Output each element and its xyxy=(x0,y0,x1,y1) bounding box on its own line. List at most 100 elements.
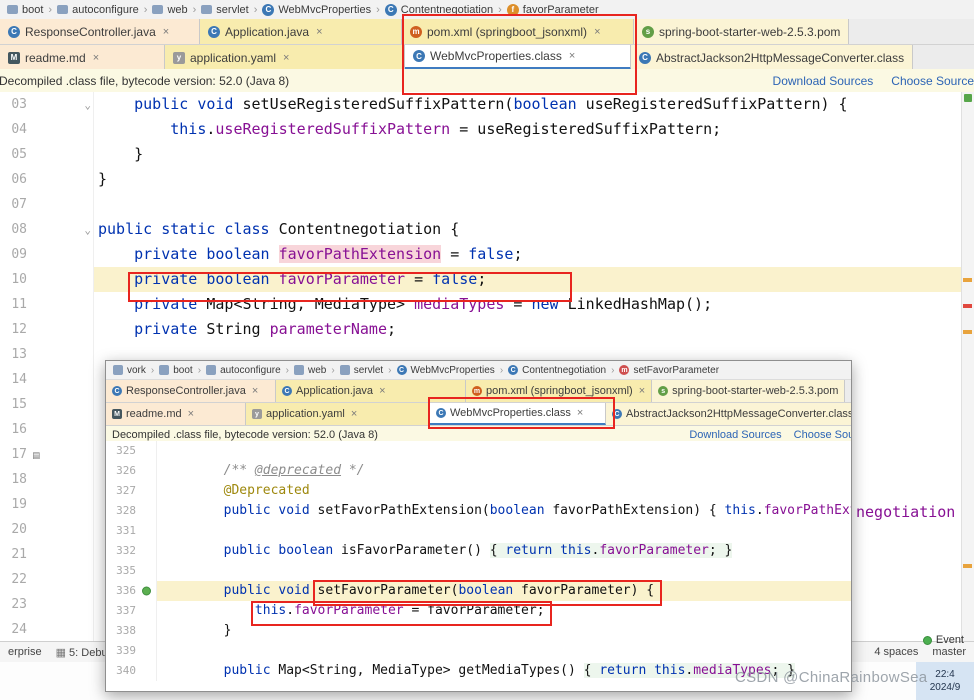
choose-sources-link[interactable]: Choose Sources xyxy=(891,74,974,88)
line-number: 05 xyxy=(11,147,27,162)
watermark: CSDN @ChinaRainbowSea xyxy=(735,669,928,686)
code-line[interactable]: 06} xyxy=(0,167,962,192)
code-line[interactable]: 08 ⌄ public static class Contentnegotiatio… xyxy=(0,217,962,242)
breadcrumb-item-web[interactable]: web xyxy=(149,4,190,16)
chevron-right-icon: › xyxy=(192,3,197,16)
tab-abstractjackson2httpmessageconverter-class[interactable]: C AbstractJackson2HttpMessageConverter.cl… xyxy=(631,45,914,70)
gutter xyxy=(30,142,94,167)
code-text: } xyxy=(98,170,108,188)
tab-label: application.yaml xyxy=(190,50,277,65)
close-icon[interactable]: × xyxy=(569,50,575,62)
breadcrumb-item-contentnegotiation[interactable]: C Contentnegotiation xyxy=(382,3,496,16)
line-number: 327 xyxy=(116,484,136,497)
tab-application-yaml[interactable]: y application.yaml × xyxy=(165,45,405,70)
breadcrumb-item-vork: vork xyxy=(110,365,149,376)
code-line[interactable]: 10 private boolean favorParameter = fals… xyxy=(0,267,962,292)
close-icon[interactable]: × xyxy=(594,26,600,38)
scrollbar-mark[interactable] xyxy=(963,278,972,282)
tab-label: ResponseController.java xyxy=(126,385,246,397)
fold-arrow-icon[interactable]: ⌄ xyxy=(84,99,91,110)
code-line[interactable]: 12 private String parameterName; xyxy=(0,317,962,342)
close-icon[interactable]: × xyxy=(163,26,169,38)
line-number: 12 xyxy=(11,322,27,337)
breadcrumb-item-servlet[interactable]: servlet xyxy=(198,4,251,16)
code-text: /** @deprecated */ xyxy=(161,463,365,478)
code-text: public boolean isFavorParameter() { retu… xyxy=(161,543,733,558)
tab-spring-boot-starter-web-2-5-3-pom[interactable]: s spring-boot-starter-web-2.5.3.pom xyxy=(634,19,850,44)
breadcrumb-item-favorparameter[interactable]: f favorParameter xyxy=(504,3,602,16)
chevron-right-icon: › xyxy=(499,364,504,376)
code-line[interactable]: 11 private Map<String, MediaType> mediaT… xyxy=(0,292,962,317)
tab-application-java[interactable]: C Application.java × xyxy=(200,19,402,44)
tab-responsecontroller-java[interactable]: C ResponseController.java × xyxy=(0,19,200,44)
tab-row: C ResponseController.java × C Application.ja… xyxy=(106,380,851,403)
fold-arrow-icon[interactable]: ⌄ xyxy=(84,224,91,235)
code-line[interactable]: 03 ⌄ public void setUseRegisteredSuffixPa… xyxy=(0,92,962,117)
class-icon: C xyxy=(112,386,122,396)
md-icon: M xyxy=(8,51,20,64)
close-icon[interactable]: × xyxy=(93,52,99,64)
breadcrumb-item-web: web xyxy=(291,365,329,376)
code-line: 338 } xyxy=(106,621,851,641)
gutter xyxy=(30,342,94,367)
breadcrumb-item-boot: boot xyxy=(156,365,195,376)
code-line[interactable]: 09 private boolean favorPathExtension = … xyxy=(0,242,962,267)
override-gutter-icon xyxy=(142,586,151,596)
tab-pom-xml-springboot-jsonxml[interactable]: m pom.xml (springboot_jsonxml) × xyxy=(402,19,634,44)
folder-icon xyxy=(159,365,170,375)
close-icon[interactable]: × xyxy=(316,26,322,38)
code-line[interactable]: 05 } xyxy=(0,142,962,167)
scrollbar-mark[interactable] xyxy=(963,564,972,568)
tab-row: Mreadme.md × y application.yaml × C WebMvcProp… xyxy=(106,403,851,426)
tab-webmvcproperties-class: C WebMvcProperties.class × xyxy=(430,403,606,425)
inner-code-editor: 325 326 /** @deprecated */327 @Deprecated… xyxy=(106,441,851,691)
tab-readme-md[interactable]: Mreadme.md × xyxy=(0,45,165,70)
editor-scrollbar[interactable] xyxy=(961,92,974,641)
chevron-right-icon: › xyxy=(611,364,615,376)
breadcrumb: boot › autoconfigure › web › servlet › C WebMvcPr… xyxy=(0,0,974,20)
git-branch-status[interactable]: master xyxy=(932,646,966,658)
breadcrumb-label: autoconfigure xyxy=(72,3,139,16)
inner-download-sources-link: Download Sources xyxy=(689,429,782,441)
clock-date: 2024/9 xyxy=(929,682,961,693)
close-icon[interactable]: × xyxy=(283,52,289,64)
tab-webmvcproperties-class[interactable]: C WebMvcProperties.class × xyxy=(405,45,631,70)
line-number: 22 xyxy=(11,572,27,587)
code-text: private Map<String, MediaType> mediaType… xyxy=(98,295,713,313)
gutter xyxy=(30,167,94,192)
line-number: 04 xyxy=(11,122,27,137)
event-log-button[interactable]: Event xyxy=(922,634,964,646)
breadcrumb-item-setfavorparameter: m setFavorParameter xyxy=(616,365,722,376)
breadcrumb-label: web xyxy=(167,3,188,16)
inspections-status-icon[interactable] xyxy=(964,94,972,102)
breadcrumb-item-webmvcproperties[interactable]: C WebMvcProperties xyxy=(259,3,374,16)
scrollbar-mark[interactable] xyxy=(963,330,972,334)
indent-status[interactable]: 4 spaces xyxy=(874,646,918,658)
code-line[interactable]: 04 this.useRegisteredSuffixPattern = use… xyxy=(0,117,962,142)
line-number: 338 xyxy=(116,624,136,637)
code-text: this.useRegisteredSuffixPattern = useReg… xyxy=(98,120,722,138)
chevron-right-icon: › xyxy=(498,3,502,16)
chevron-right-icon: › xyxy=(331,364,335,376)
line-number: 06 xyxy=(11,172,27,187)
scrollbar-mark[interactable] xyxy=(963,304,972,308)
status-bar-left: erprise ▦ 5: Debug xyxy=(8,646,114,659)
class-icon: C xyxy=(612,409,622,419)
line-number: 24 xyxy=(11,622,27,637)
code-line: 331 xyxy=(106,521,851,541)
breadcrumb-label: setFavorParameter xyxy=(633,364,720,376)
line-number: 10 xyxy=(11,272,27,287)
breadcrumb-item-boot[interactable]: boot xyxy=(4,4,46,16)
code-line[interactable]: 07 xyxy=(0,192,962,217)
tab-label: WebMvcProperties.class xyxy=(450,407,571,419)
breadcrumb-item-autoconfigure[interactable]: autoconfigure xyxy=(54,4,142,16)
code-text: private boolean favorParameter = false; xyxy=(94,267,962,292)
gutter xyxy=(140,541,157,561)
download-sources-link[interactable]: Download Sources xyxy=(773,74,874,88)
chevron-right-icon: › xyxy=(388,364,392,376)
code-line: 336 public void setFavorParameter(boolea… xyxy=(106,581,851,601)
